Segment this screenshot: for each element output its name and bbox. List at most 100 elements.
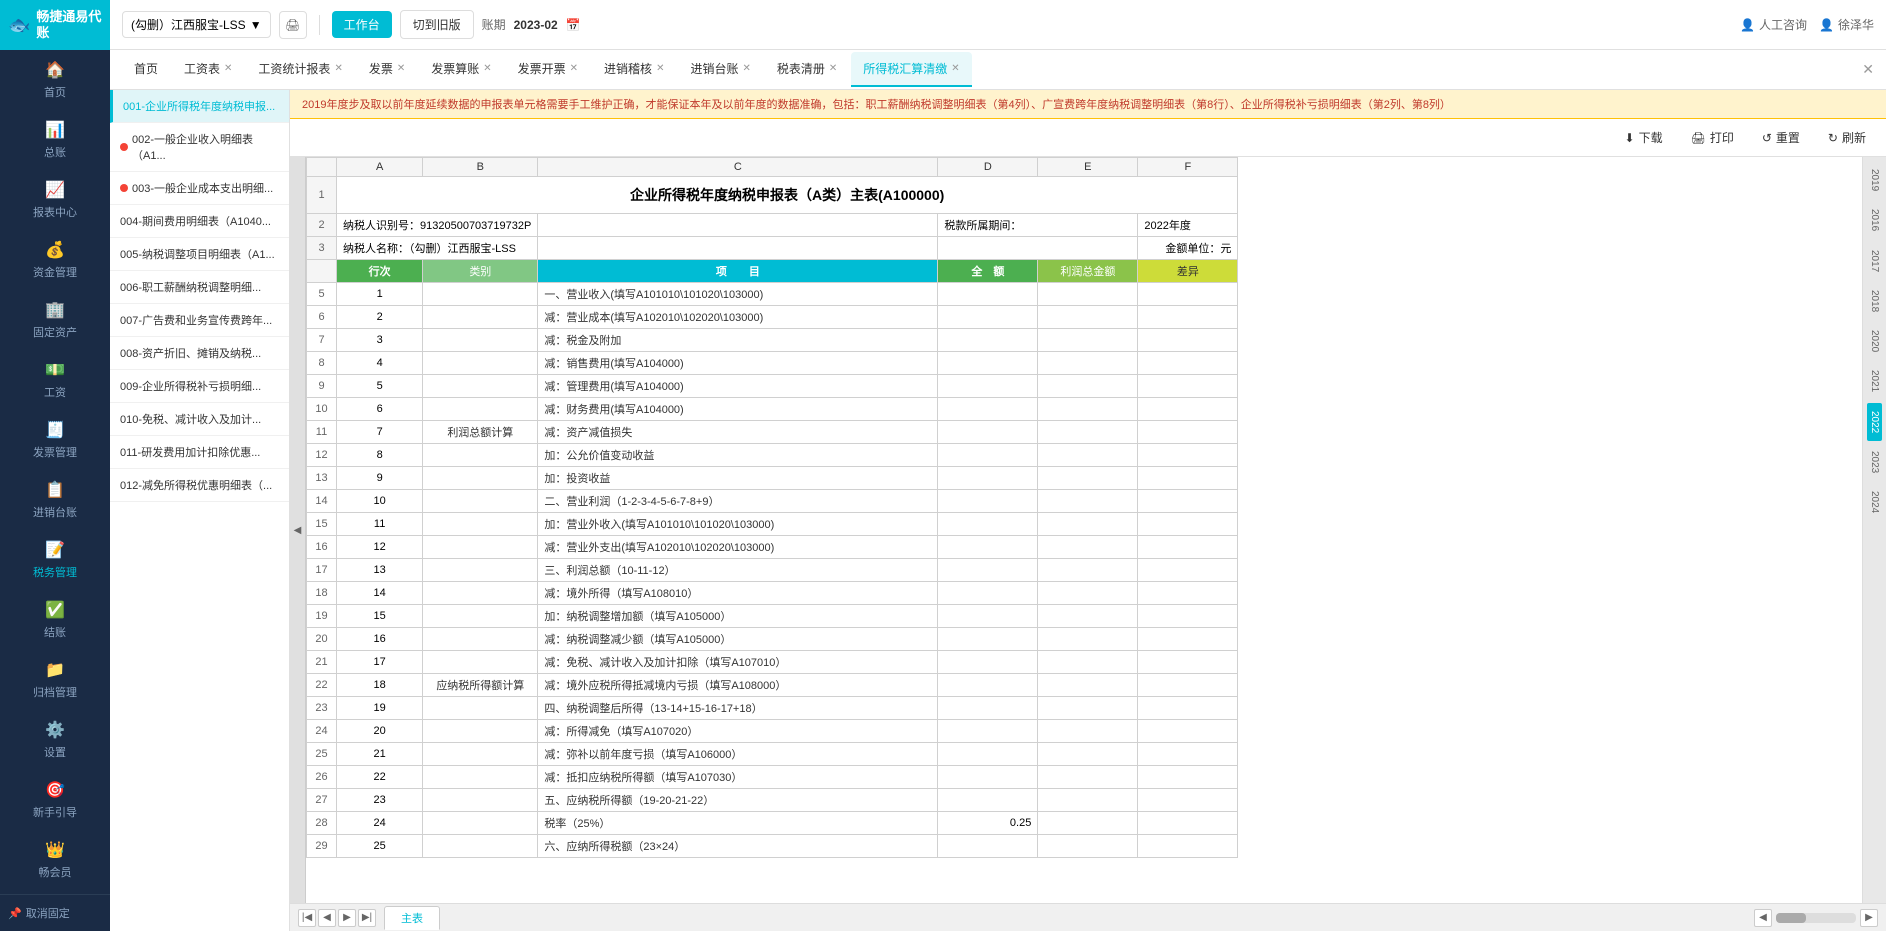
refresh-button[interactable]: ↻ 刷新 xyxy=(1820,125,1874,150)
sidebar-item-close[interactable]: ✅ 结账 xyxy=(0,590,110,650)
sidebar-item-reports[interactable]: 📈 报表中心 xyxy=(0,170,110,230)
nav-tab-所得税汇算清缴[interactable]: 所得税汇算清缴✕ xyxy=(851,52,971,87)
scroll-left-btn[interactable]: ◀ xyxy=(1754,909,1772,927)
sheet-row-num-12: 17 xyxy=(307,559,337,582)
left-panel-item-3[interactable]: 004-期间费用明细表（A1040... xyxy=(110,205,289,238)
sidebar-item-ledger[interactable]: 📊 总账 xyxy=(0,110,110,170)
tab-close-icon[interactable]: ✕ xyxy=(334,63,342,74)
left-panel-item-7[interactable]: 008-资产折旧、摊销及纳税... xyxy=(110,337,289,370)
col-header-xiangmu: 项 目 xyxy=(538,260,938,283)
sidebar-item-funds[interactable]: 💰 资金管理 xyxy=(0,230,110,290)
sidebar-item-member[interactable]: 👑 畅会员 xyxy=(0,830,110,890)
sidebar-item-salary[interactable]: 💵 工资 xyxy=(0,350,110,410)
sidebar-item-invoice[interactable]: 🧾 发票管理 xyxy=(0,410,110,470)
table-row: 2824税率（25%）0.25 xyxy=(307,812,1238,835)
row-num-2: 2 xyxy=(307,214,337,237)
tab-close-icon[interactable]: ✕ xyxy=(224,63,232,74)
sidebar-item-settings[interactable]: ⚙️ 设置 xyxy=(0,710,110,770)
sheet-row-num-23: 28 xyxy=(307,812,337,835)
table-container[interactable]: A B C D E F 1 企业所得税年度纳税申报表（A类）主表(A100000… xyxy=(306,157,1862,903)
tab-close-icon[interactable]: ✕ xyxy=(483,63,491,74)
nav-last-btn[interactable]: ▶| xyxy=(358,909,376,927)
col-header-E: E xyxy=(1038,158,1138,177)
nav-tab-工资统计报表[interactable]: 工资统计报表✕ xyxy=(246,52,354,87)
nav-next-btn[interactable]: ▶ xyxy=(338,909,356,927)
year-item-2018[interactable]: 2018 xyxy=(1867,282,1882,320)
user-btn[interactable]: 👤 徐泽华 xyxy=(1819,16,1874,33)
workspace-button[interactable]: 工作台 xyxy=(332,11,392,38)
download-button[interactable]: ⬇ 下载 xyxy=(1617,125,1671,150)
diff-cell-23 xyxy=(1138,812,1238,835)
empty-category-13 xyxy=(423,582,538,605)
table-row: 95减：管理费用(填写A104000) xyxy=(307,375,1238,398)
sidebar-item-archive[interactable]: 📁 归档管理 xyxy=(0,650,110,710)
col-header-B: B xyxy=(423,158,538,177)
left-panel-item-4[interactable]: 005-纳税调整项目明细表（A1... xyxy=(110,238,289,271)
reset-button[interactable]: ↺ 重置 xyxy=(1754,125,1808,150)
left-panel-item-5[interactable]: 006-职工薪酬纳税调整明细... xyxy=(110,271,289,304)
nav-tab-发票算账[interactable]: 发票算账✕ xyxy=(419,52,503,87)
nav-tab-首页[interactable]: 首页 xyxy=(122,52,170,87)
item-cell-13: 减：境外所得（填写A108010） xyxy=(538,582,938,605)
nav-tab-进销稽核[interactable]: 进销稽核✕ xyxy=(592,52,676,87)
nav-tab-发票开票[interactable]: 发票开票✕ xyxy=(506,52,590,87)
profit-cell-20 xyxy=(1038,743,1138,766)
row-num-hdr xyxy=(307,260,337,283)
sidebar-item-purchase[interactable]: 📋 进销台账 xyxy=(0,470,110,530)
tab-close-icon[interactable]: ✕ xyxy=(397,63,405,74)
tab-close-icon[interactable]: ✕ xyxy=(656,63,664,74)
nav-tab-税表清册[interactable]: 税表清册✕ xyxy=(765,52,849,87)
tab-close-icon[interactable]: ✕ xyxy=(829,63,837,74)
nav-tab-发票[interactable]: 发票✕ xyxy=(357,52,417,87)
tab-close-icon[interactable]: ✕ xyxy=(570,63,578,74)
diff-cell-0 xyxy=(1138,283,1238,306)
left-panel-item-6[interactable]: 007-广告费和业务宣传费跨年... xyxy=(110,304,289,337)
company-name: (勾删）江西服宝-LSS xyxy=(131,16,246,33)
scroll-right-btn[interactable]: ▶ xyxy=(1860,909,1878,927)
sidebar-label-tax: 税务管理 xyxy=(33,564,77,580)
sidebar-item-home[interactable]: 🏠 首页 xyxy=(0,50,110,110)
bottom-tab-main[interactable]: 主表 xyxy=(384,906,440,930)
left-panel-item-1[interactable]: 002-一般企业收入明细表（A1... xyxy=(110,123,289,172)
year-item-2019[interactable]: 2019 xyxy=(1867,161,1882,199)
year-item-2022[interactable]: 2022 xyxy=(1867,403,1882,441)
left-panel-item-9[interactable]: 010-免税、减计收入及加计... xyxy=(110,403,289,436)
year-item-2021[interactable]: 2021 xyxy=(1867,362,1882,400)
year-item-2020[interactable]: 2020 xyxy=(1867,322,1882,360)
year-item-2017[interactable]: 2017 xyxy=(1867,242,1882,280)
scroll-thumb[interactable] xyxy=(1776,913,1806,923)
sidebar-item-assets[interactable]: 🏢 固定资产 xyxy=(0,290,110,350)
diff-cell-3 xyxy=(1138,352,1238,375)
tab-close-icon[interactable]: ✕ xyxy=(951,63,959,74)
value-cell-14 xyxy=(938,605,1038,628)
left-panel-item-11[interactable]: 012-减免所得税优惠明细表（... xyxy=(110,469,289,502)
left-panel-item-2[interactable]: 003-一般企业成本支出明细... xyxy=(110,172,289,205)
collapse-panel-btn[interactable]: ◀ xyxy=(290,157,306,903)
sidebar-item-guide[interactable]: 🎯 新手引导 xyxy=(0,770,110,830)
sheet-row-num-20: 25 xyxy=(307,743,337,766)
left-panel-item-10[interactable]: 011-研发费用加计扣除优惠... xyxy=(110,436,289,469)
tab-close-icon[interactable]: ✕ xyxy=(742,63,750,74)
sidebar-item-tax[interactable]: 📝 税务管理 xyxy=(0,530,110,590)
value-cell-20 xyxy=(938,743,1038,766)
left-panel-item-0[interactable]: 001-企业所得税年度纳税申报... xyxy=(110,90,289,123)
nav-prev-btn[interactable]: ◀ xyxy=(318,909,336,927)
print-icon-btn[interactable]: 🖨 xyxy=(279,11,307,39)
sheet-row-num-9: 14 xyxy=(307,490,337,513)
cancel-fixed-btn[interactable]: 📌 取消固定 xyxy=(0,895,110,931)
service-btn[interactable]: 👤 人工咨询 xyxy=(1740,16,1807,33)
nav-tab-工资表[interactable]: 工资表✕ xyxy=(172,52,244,87)
profit-cell-17 xyxy=(1038,674,1138,697)
nav-tab-进销台账[interactable]: 进销台账✕ xyxy=(678,52,762,87)
old-version-button[interactable]: 切到旧版 xyxy=(400,10,474,39)
item-cell-5: 减：财务费用(填写A104000) xyxy=(538,398,938,421)
year-item-2024[interactable]: 2024 xyxy=(1867,483,1882,521)
print-button[interactable]: 🖨 打印 xyxy=(1683,125,1742,150)
nav-first-btn[interactable]: |◀ xyxy=(298,909,316,927)
year-item-2023[interactable]: 2023 xyxy=(1867,443,1882,481)
company-selector[interactable]: (勾删）江西服宝-LSS ▼ xyxy=(122,11,271,38)
year-item-2016[interactable]: 2016 xyxy=(1867,201,1882,239)
close-all-tabs-btn[interactable]: ✕ xyxy=(1862,61,1874,78)
left-panel-item-8[interactable]: 009-企业所得税补亏损明细... xyxy=(110,370,289,403)
value-cell-17 xyxy=(938,674,1038,697)
